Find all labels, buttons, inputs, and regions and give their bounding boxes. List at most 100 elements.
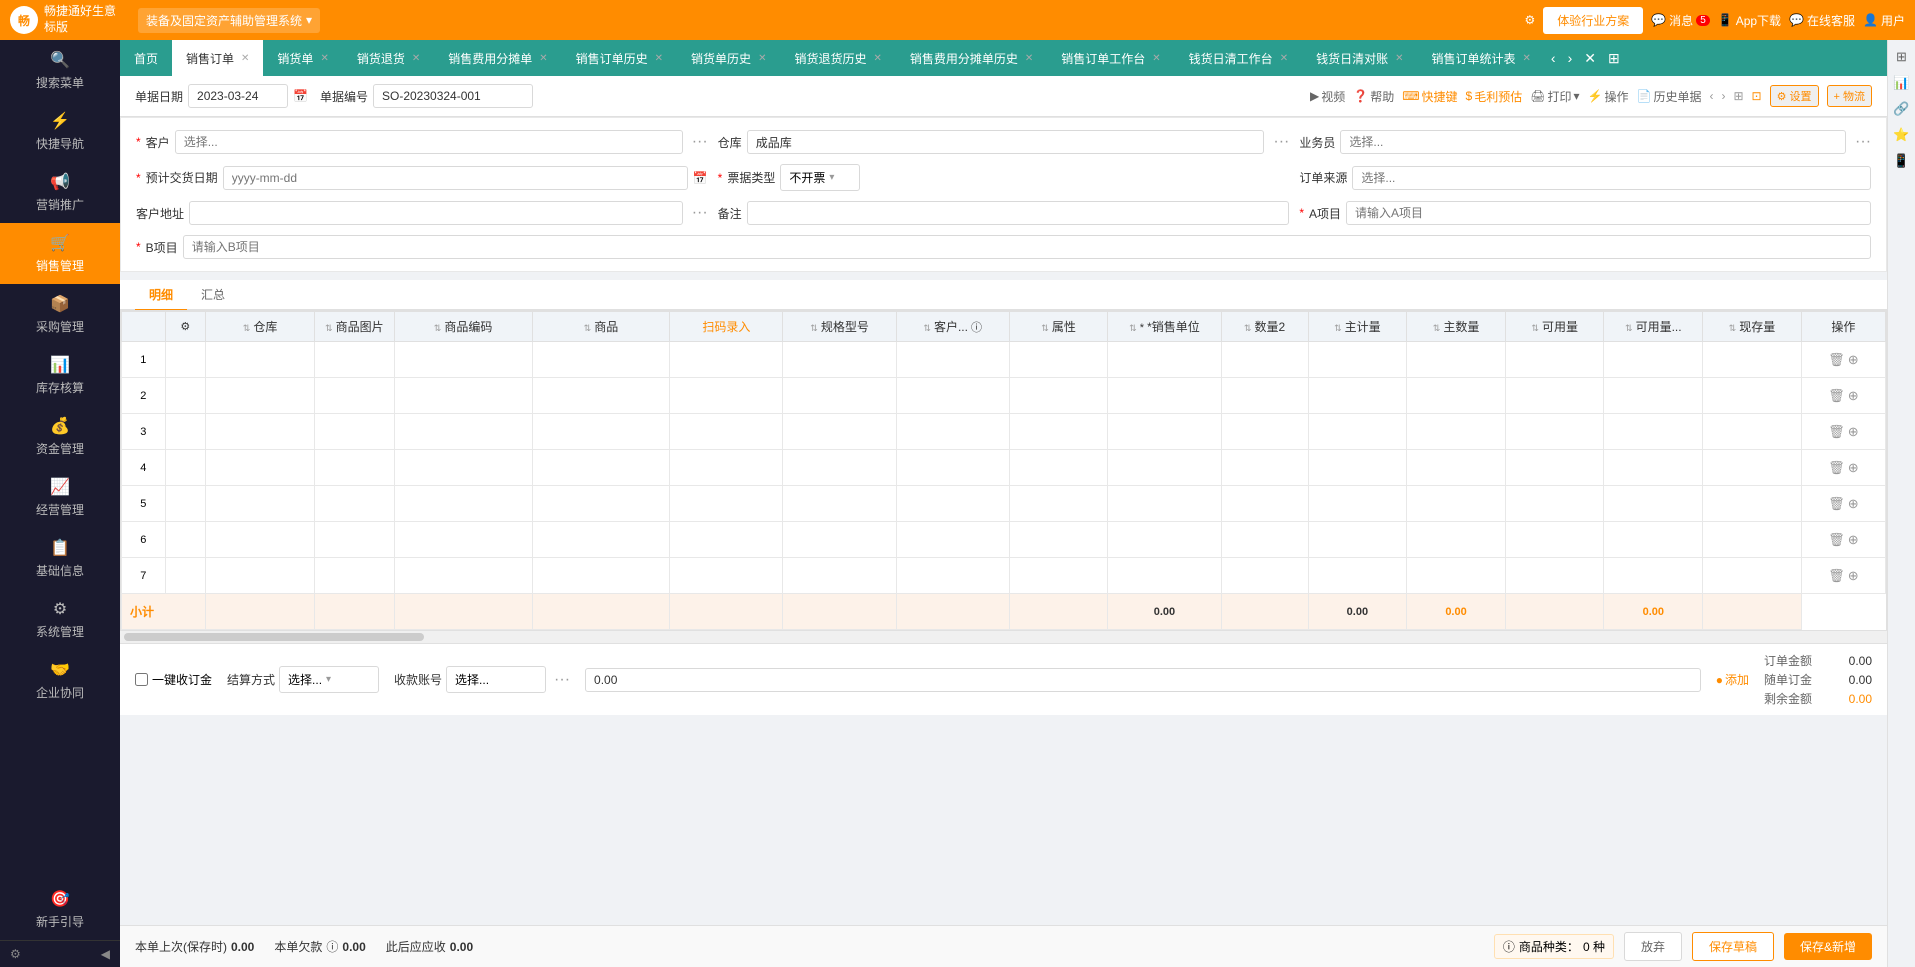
shortcut-button[interactable]: ⌨ 快捷键 (1402, 88, 1457, 105)
row-copy-icon[interactable]: ⊕ (1848, 352, 1859, 368)
tab-summary[interactable]: 汇总 (187, 280, 239, 309)
row-copy-icon[interactable]: ⊕ (1848, 388, 1859, 404)
tab-sales-return[interactable]: 销货退货 ✕ (343, 40, 434, 76)
row-delete-icon[interactable]: 🗑 (1828, 496, 1845, 512)
maximize-icon[interactable]: ⊡ (1752, 89, 1762, 103)
profit-button[interactable]: $ 毛利预估 (1466, 88, 1523, 105)
order-source-input[interactable] (1352, 166, 1871, 190)
save-new-button[interactable]: 保存&新增 (1784, 933, 1872, 960)
tab-close-history3[interactable]: ✕ (873, 53, 881, 64)
tab-daily-reconcile[interactable]: 钱货日清对账 ✕ (1302, 40, 1417, 76)
tab-sales-invoice[interactable]: 销货单 ✕ (263, 40, 342, 76)
user-icon[interactable]: 👤 用户 (1863, 12, 1905, 29)
tab-sales-order-history[interactable]: 销售订单历史 ✕ (562, 40, 677, 76)
sidebar-item-search[interactable]: 🔍 搜索菜单 (0, 40, 120, 101)
one-click-checkout-checkbox[interactable]: 一键收订金 (135, 671, 212, 688)
add-logistics-button[interactable]: + 物流 (1827, 85, 1872, 107)
tab-home[interactable]: 首页 (120, 40, 172, 76)
tab-close-sales-order[interactable]: ✕ (241, 53, 249, 64)
sidebar-item-system[interactable]: ⚙ 系统管理 (0, 589, 120, 650)
row-copy-icon[interactable]: ⊕ (1848, 424, 1859, 440)
tab-close-history1[interactable]: ✕ (655, 53, 663, 64)
calendar-icon[interactable]: 📅 (293, 89, 308, 103)
history-button[interactable]: 📄 历史单据 (1637, 88, 1702, 105)
sidebar-settings-icon[interactable]: ⚙ (10, 947, 21, 961)
tab-fee-history[interactable]: 销售费用分摊单历史 ✕ (896, 40, 1047, 76)
tab-close-reconcile[interactable]: ✕ (1395, 53, 1403, 64)
remark-input[interactable] (747, 201, 1290, 225)
customer-input[interactable] (175, 130, 683, 154)
sidebar-item-basic-info[interactable]: 📋 基础信息 (0, 528, 120, 589)
tab-invoice-history[interactable]: 销货单历史 ✕ (677, 40, 780, 76)
row-copy-icon[interactable]: ⊕ (1848, 496, 1859, 512)
message-icon[interactable]: 💬 消息 5 (1651, 12, 1710, 29)
tab-close-all-button[interactable]: ✕ (1578, 50, 1602, 67)
tab-close-sales-invoice[interactable]: ✕ (320, 53, 328, 64)
form-settings-button[interactable]: ⚙ 设置 (1770, 85, 1819, 107)
single-no-input[interactable]: SO-20230324-001 (373, 84, 533, 108)
row-delete-icon[interactable]: 🗑 (1828, 460, 1845, 476)
tab-sales-fee-split[interactable]: 销售费用分摊单 ✕ (434, 40, 561, 76)
nav-prev-icon[interactable]: ‹ (1709, 89, 1713, 103)
col-setting-header[interactable]: ⚙ (165, 312, 206, 342)
sidebar-item-guide[interactable]: 🎯 新手引导 (0, 879, 120, 940)
a-project-input[interactable] (1346, 201, 1871, 225)
sidebar-item-enterprise[interactable]: 🤝 企业协同 (0, 650, 120, 711)
view-video-button[interactable]: ▶ 视频 (1310, 88, 1345, 105)
system-selector[interactable]: 装备及固定资产辅助管理系统 ▾ (138, 8, 320, 33)
help-button[interactable]: ❓ 帮助 (1353, 88, 1394, 105)
tab-sales-order[interactable]: 销售订单 ✕ (172, 40, 263, 76)
account-more-icon[interactable]: ··· (554, 671, 570, 689)
right-panel-icon-5[interactable]: 📱 (1890, 149, 1914, 173)
operation-button[interactable]: ⚡ 操作 (1588, 88, 1629, 105)
single-date-input[interactable]: 2023-03-24 (188, 84, 288, 108)
salesperson-more-icon[interactable]: ··· (1855, 133, 1871, 151)
tab-prev-button[interactable]: ‹ (1545, 50, 1562, 66)
customer-more-icon[interactable]: ··· (692, 133, 708, 151)
tab-return-history[interactable]: 销货退货历史 ✕ (780, 40, 895, 76)
checkout-amount-input[interactable] (585, 668, 1701, 692)
tab-close-sales-return[interactable]: ✕ (412, 53, 420, 64)
add-payment-button[interactable]: ● 添加 (1716, 671, 1749, 688)
right-panel-icon-1[interactable]: ⊞ (1890, 45, 1914, 69)
save-draft-button[interactable]: 保存草稿 (1692, 932, 1774, 961)
row-delete-icon[interactable]: 🗑 (1828, 352, 1845, 368)
right-panel-icon-3[interactable]: 🔗 (1890, 97, 1914, 121)
row-delete-icon[interactable]: 🗑 (1828, 568, 1845, 584)
warehouse-more-icon[interactable]: ··· (1273, 133, 1289, 151)
tab-close-stats[interactable]: ✕ (1523, 53, 1531, 64)
row-copy-icon[interactable]: ⊕ (1848, 568, 1859, 584)
row-delete-icon[interactable]: 🗑 (1828, 388, 1845, 404)
delivery-date-input[interactable] (223, 166, 688, 190)
sidebar-item-purchase[interactable]: 📦 采购管理 (0, 284, 120, 345)
payment-method-select[interactable]: 选择... ▾ (279, 666, 379, 693)
tab-close-history2[interactable]: ✕ (758, 53, 766, 64)
sidebar-item-finance[interactable]: 💰 资金管理 (0, 406, 120, 467)
invoice-type-select[interactable]: 不开票 ▾ (780, 164, 860, 191)
solution-button[interactable]: 体验行业方案 (1543, 7, 1643, 34)
nav-next-icon[interactable]: › (1721, 89, 1725, 103)
tab-daily-clear-workbench[interactable]: 钱货日清工作台 ✕ (1175, 40, 1302, 76)
sidebar-item-quick-nav[interactable]: ⚡ 快捷导航 (0, 101, 120, 162)
settings-gear-icon[interactable]: ⚙ (1524, 13, 1535, 27)
b-project-input[interactable] (183, 235, 1871, 259)
row-copy-icon[interactable]: ⊕ (1848, 532, 1859, 548)
address-more-icon[interactable]: ··· (692, 204, 708, 222)
tab-close-history4[interactable]: ✕ (1025, 53, 1033, 64)
right-panel-icon-4[interactable]: ⭐ (1890, 123, 1914, 147)
tab-close-workbench1[interactable]: ✕ (1152, 53, 1160, 64)
account-select[interactable]: 选择... (446, 666, 546, 693)
horizontal-scrollbar[interactable] (120, 631, 1887, 643)
tab-close-workbench2[interactable]: ✕ (1280, 53, 1288, 64)
sidebar-item-marketing[interactable]: 📢 营销推广 (0, 162, 120, 223)
row-delete-icon[interactable]: 🗑 (1828, 532, 1845, 548)
sidebar-collapse-icon[interactable]: ◀ (101, 947, 110, 961)
tab-detail[interactable]: 明细 (135, 280, 187, 311)
warehouse-input[interactable] (747, 130, 1265, 154)
row-delete-icon[interactable]: 🗑 (1828, 424, 1845, 440)
app-download-icon[interactable]: 📱 App下载 (1718, 12, 1781, 29)
discard-button[interactable]: 放弃 (1624, 932, 1682, 961)
salesperson-input[interactable] (1340, 130, 1846, 154)
tab-close-sales-fee[interactable]: ✕ (539, 53, 547, 64)
tab-next-button[interactable]: › (1562, 50, 1579, 66)
